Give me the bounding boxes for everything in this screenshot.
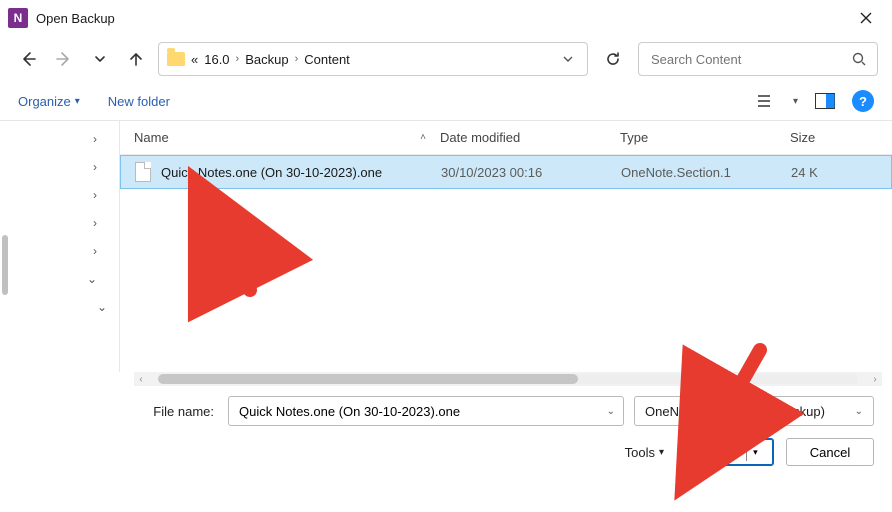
refresh-button[interactable] (596, 42, 630, 76)
tree-expand-toggle[interactable]: › (0, 125, 119, 153)
horizontal-scrollbar[interactable]: ‹ › (134, 372, 882, 386)
nav-forward-button[interactable] (50, 45, 78, 73)
breadcrumb-seg-2[interactable]: Backup (245, 52, 288, 67)
filename-field[interactable]: ⌄ (228, 396, 624, 426)
window-title: Open Backup (36, 11, 115, 26)
search-box[interactable] (638, 42, 878, 76)
help-button[interactable]: ? (852, 90, 874, 112)
filename-input[interactable] (237, 403, 607, 420)
column-header-type[interactable]: Type (620, 130, 790, 145)
chevron-right-icon: › (295, 53, 299, 65)
breadcrumb-seg-3[interactable]: Content (304, 52, 350, 67)
view-mode-button[interactable] (753, 88, 779, 114)
tree-scrollbar-thumb[interactable] (2, 235, 8, 295)
tools-button[interactable]: Tools ▾ (625, 445, 664, 460)
tree-collapse-toggle[interactable]: ⌄ (0, 293, 119, 321)
chevron-down-icon: ▾ (659, 447, 664, 458)
file-date: 30/10/2023 00:16 (441, 165, 621, 180)
chevron-down-icon[interactable]: ▾ (793, 96, 798, 107)
chevron-right-icon: › (236, 53, 240, 65)
chevron-down-icon: ▾ (75, 96, 80, 107)
open-button[interactable]: Open ▾ (686, 438, 774, 466)
scrollbar-thumb[interactable] (158, 374, 578, 384)
preview-pane-button[interactable] (812, 88, 838, 114)
tree-expand-toggle[interactable]: › (0, 181, 119, 209)
new-folder-button[interactable]: New folder (108, 94, 170, 109)
close-button[interactable] (846, 3, 886, 33)
cancel-button[interactable]: Cancel (786, 438, 874, 466)
nav-back-button[interactable] (14, 45, 42, 73)
folder-tree[interactable]: › › › › › ⌄ ⌄ (0, 121, 120, 372)
file-icon (135, 162, 151, 182)
search-icon (851, 51, 867, 67)
column-header-date[interactable]: Date modified (440, 130, 620, 145)
open-split-dropdown[interactable]: ▾ (746, 443, 758, 461)
tree-expand-toggle[interactable]: › (0, 153, 119, 181)
tree-expand-toggle[interactable]: › (0, 237, 119, 265)
file-list-header: Name ˄ Date modified Type Size (120, 121, 892, 155)
filename-label: File name: (18, 404, 218, 419)
file-size: 24 K (791, 165, 891, 180)
breadcrumb[interactable]: « 16.0 › Backup › Content (158, 42, 588, 76)
chevron-down-icon[interactable]: ⌄ (607, 406, 615, 417)
chevron-down-icon: ⌄ (855, 406, 863, 417)
breadcrumb-dropdown[interactable] (557, 50, 579, 68)
file-type: OneNote.Section.1 (621, 165, 791, 180)
folder-icon (167, 52, 185, 66)
tree-collapse-toggle[interactable]: ⌄ (0, 265, 119, 293)
file-type-filter[interactable]: OneNote Files (*.one;*.backup) ⌄ (634, 396, 874, 426)
app-icon: N (8, 8, 28, 28)
breadcrumb-seg-1[interactable]: 16.0 (204, 52, 229, 67)
breadcrumb-prefix: « (191, 52, 198, 67)
file-name: Quick Notes.one (On 30-10-2023).one (161, 165, 382, 180)
column-header-name[interactable]: Name ˄ (120, 130, 440, 145)
nav-recent-button[interactable] (86, 45, 114, 73)
filter-label: OneNote Files (*.one;*.backup) (645, 404, 849, 419)
file-row[interactable]: Quick Notes.one (On 30-10-2023).one 30/1… (120, 155, 892, 189)
search-input[interactable] (649, 51, 843, 68)
sort-ascending-icon: ˄ (420, 132, 426, 143)
organize-button[interactable]: Organize ▾ (18, 94, 80, 109)
app-icon-letter: N (14, 11, 23, 25)
nav-up-button[interactable] (122, 45, 150, 73)
column-header-size[interactable]: Size (790, 130, 892, 145)
scroll-right-arrow[interactable]: › (868, 374, 882, 385)
tree-expand-toggle[interactable]: › (0, 209, 119, 237)
scroll-left-arrow[interactable]: ‹ (134, 374, 148, 385)
